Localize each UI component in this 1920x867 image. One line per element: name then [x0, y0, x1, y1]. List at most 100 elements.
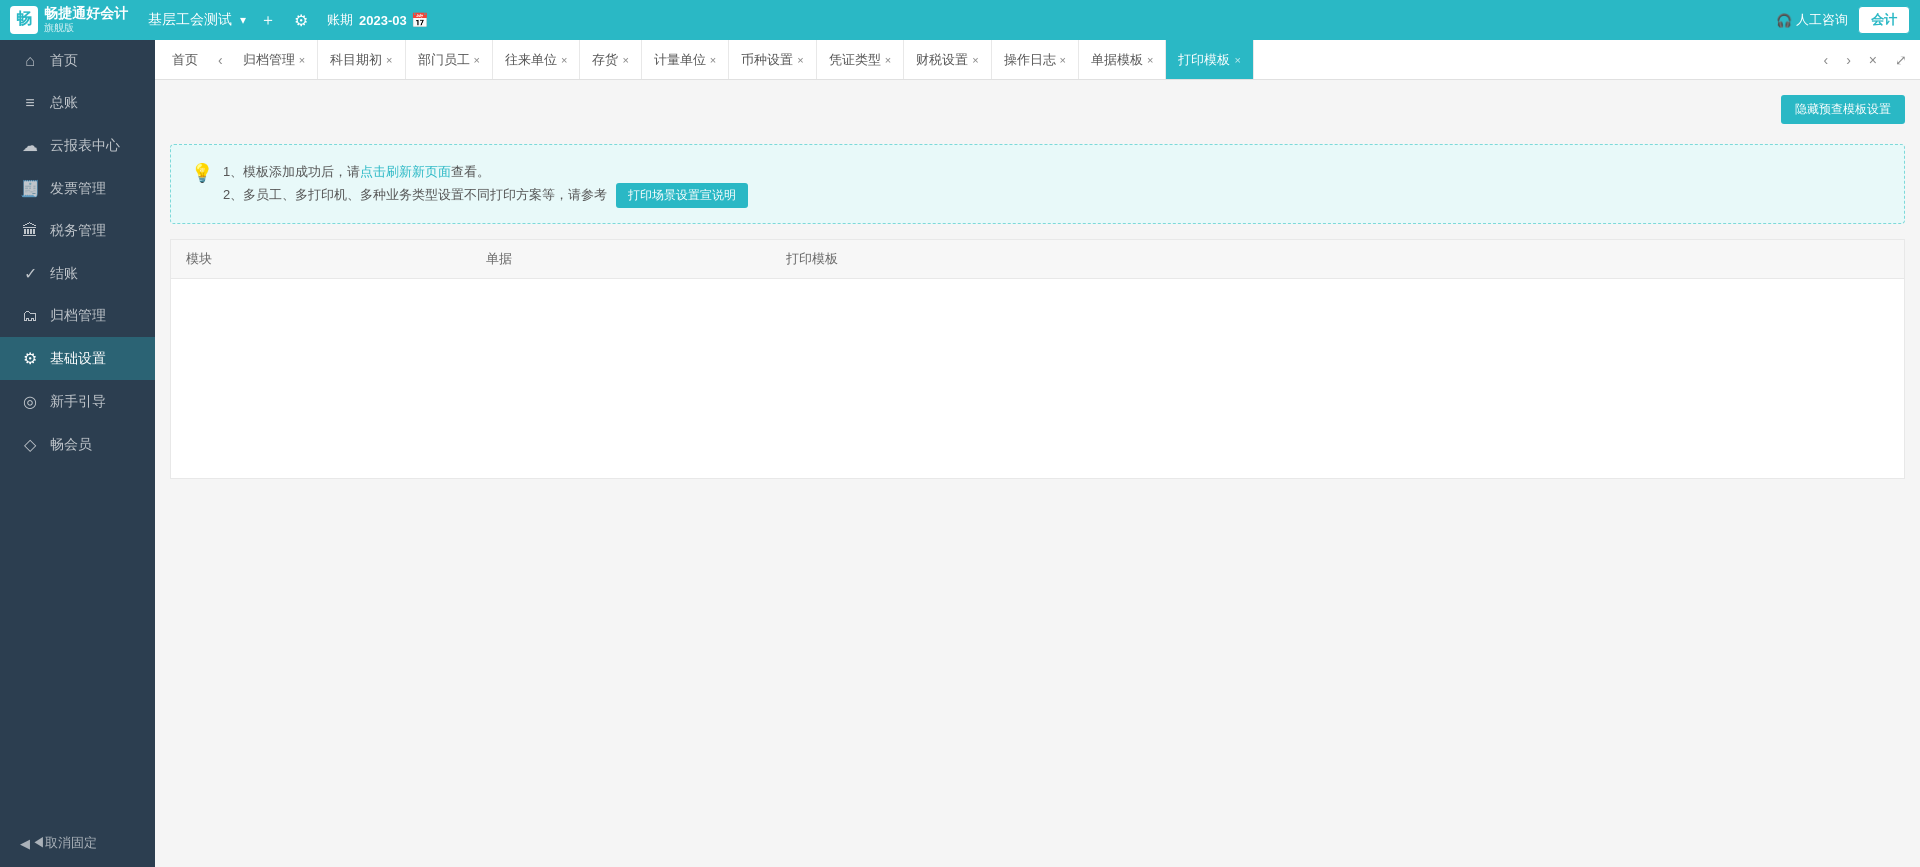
lightbulb-icon: 💡: [191, 162, 213, 184]
col-print-template: 打印模板: [786, 250, 1889, 268]
sidebar-label-ledger: 总账: [50, 94, 78, 112]
tab-close-voucher[interactable]: ×: [885, 54, 891, 66]
info-box: 💡 1、模板添加成功后，请点击刷新新页面查看。 2、多员工、多打印机、多种业务类…: [170, 144, 1905, 224]
sidebar-item-closing[interactable]: ✓ 结账: [0, 252, 155, 295]
content-area: 首页 ‹ 归档管理 × 科目期初 × 部门员工 × 往来单位 ×: [155, 40, 1920, 867]
sidebar-item-cloud-reports[interactable]: ☁ 云报表中心: [0, 124, 155, 167]
tab-counterparty[interactable]: 往来单位 ×: [493, 40, 580, 80]
tab-close-all-button[interactable]: ×: [1861, 48, 1885, 72]
sidebar: ⌂ 首页 ≡ 总账 ☁ 云报表中心 🧾 发票管理 🏛 税务管理 ✓ 结账: [0, 40, 155, 867]
col-module: 模块: [186, 250, 486, 268]
settings-icon: ⚙: [20, 349, 40, 368]
sidebar-item-guide[interactable]: ◎ 新手引导: [0, 380, 155, 423]
tab-controls: ‹ › × ⤢: [1815, 48, 1915, 72]
logo-area: 畅 畅捷通好会计 旗舰版: [10, 5, 128, 36]
tab-tax-settings[interactable]: 财税设置 ×: [904, 40, 991, 80]
logo-subtitle: 旗舰版: [44, 21, 128, 35]
tab-label-printtemplate: 打印模板: [1178, 51, 1230, 69]
support-button[interactable]: 🎧 人工咨询: [1776, 11, 1848, 29]
logo-char: 畅: [16, 9, 32, 30]
sidebar-item-home[interactable]: ⌂ 首页: [0, 40, 155, 82]
sidebar-label-closing: 结账: [50, 265, 78, 283]
tab-prev-button[interactable]: ‹: [1815, 48, 1836, 72]
project-selector[interactable]: 基层工会测试 ▾: [148, 11, 246, 29]
tab-close-printtemplate[interactable]: ×: [1234, 54, 1240, 66]
top-action-area: 隐藏预查模板设置: [170, 95, 1905, 134]
refresh-link[interactable]: 点击刷新新页面: [360, 164, 451, 179]
info-line2-prefix: 2、多员工、多打印机、多种业务类型设置不同打印方案等，请参考: [223, 187, 607, 202]
col-document: 单据: [486, 250, 786, 268]
tab-archive-management[interactable]: 归档管理 ×: [231, 40, 318, 80]
tab-close-counterparty[interactable]: ×: [561, 54, 567, 66]
tab-label-doctemplate: 单据模板: [1091, 51, 1143, 69]
sidebar-item-general-ledger[interactable]: ≡ 总账: [0, 82, 155, 124]
sidebar-label-archive: 归档管理: [50, 307, 106, 325]
tab-close-tax[interactable]: ×: [972, 54, 978, 66]
archive-icon: 🗂: [20, 307, 40, 325]
tab-print-template[interactable]: 打印模板 ×: [1166, 40, 1253, 80]
tab-label-subject: 科目期初: [330, 51, 382, 69]
closing-icon: ✓: [20, 264, 40, 283]
unpin-label: ◀取消固定: [32, 834, 97, 852]
tab-label-voucher: 凭证类型: [829, 51, 881, 69]
sidebar-label-settings: 基础设置: [50, 350, 106, 368]
tab-voucher-type[interactable]: 凭证类型 ×: [817, 40, 904, 80]
logo-title: 畅捷通好会计: [44, 5, 128, 22]
project-name: 基层工会测试: [148, 11, 232, 29]
invoice-icon: 🧾: [20, 179, 40, 198]
tab-close-archive[interactable]: ×: [299, 54, 305, 66]
tab-operation-log[interactable]: 操作日志 ×: [992, 40, 1079, 80]
print-scene-explain-button[interactable]: 打印场景设置宣说明: [616, 183, 748, 208]
info-text-area: 1、模板添加成功后，请点击刷新新页面查看。 2、多员工、多打印机、多种业务类型设…: [223, 160, 748, 208]
guide-icon: ◎: [20, 392, 40, 411]
tab-close-subject[interactable]: ×: [386, 54, 392, 66]
top-bar: 畅 畅捷通好会计 旗舰版 基层工会测试 ▾ ＋ ⚙ 账期 2023-03 📅 🎧…: [0, 0, 1920, 40]
top-right: 🎧 人工咨询 会计: [1776, 6, 1910, 34]
sidebar-label-invoice: 发票管理: [50, 180, 106, 198]
hide-preview-button[interactable]: 隐藏预查模板设置: [1781, 95, 1905, 124]
sidebar-item-archive[interactable]: 🗂 归档管理: [0, 295, 155, 337]
kuaiji-button[interactable]: 会计: [1858, 6, 1910, 34]
tab-label-dept: 部门员工: [418, 51, 470, 69]
member-icon: ◇: [20, 435, 40, 454]
tax-icon: 🏛: [20, 222, 40, 240]
tab-close-unit[interactable]: ×: [710, 54, 716, 66]
tab-inventory[interactable]: 存货 ×: [580, 40, 641, 80]
info-line1-suffix: 查看。: [451, 164, 490, 179]
table-header: 模块 单据 打印模板: [170, 239, 1905, 279]
sidebar-item-invoice[interactable]: 🧾 发票管理: [0, 167, 155, 210]
tab-back-arrow[interactable]: ‹: [210, 52, 231, 68]
sidebar-item-tax[interactable]: 🏛 税务管理: [0, 210, 155, 252]
sidebar-item-basic-settings[interactable]: ⚙ 基础设置: [0, 337, 155, 380]
tab-currency[interactable]: 币种设置 ×: [729, 40, 816, 80]
support-label: 人工咨询: [1796, 11, 1848, 29]
tab-close-currency[interactable]: ×: [797, 54, 803, 66]
main-area: ⌂ 首页 ≡ 总账 ☁ 云报表中心 🧾 发票管理 🏛 税务管理 ✓ 结账: [0, 40, 1920, 867]
unpin-icon: ◀: [20, 836, 30, 851]
sidebar-unpin-button[interactable]: ◀ ◀取消固定: [0, 819, 155, 867]
tab-expand-button[interactable]: ⤢: [1887, 48, 1915, 72]
tab-label-unit: 计量单位: [654, 51, 706, 69]
tab-close-dept[interactable]: ×: [474, 54, 480, 66]
settings-icon-button[interactable]: ⚙: [290, 7, 312, 34]
info-line1-prefix: 1、模板添加成功后，请: [223, 164, 360, 179]
tab-close-oplog[interactable]: ×: [1060, 54, 1066, 66]
period-label: 账期: [327, 11, 353, 29]
sidebar-item-member[interactable]: ◇ 畅会员: [0, 423, 155, 466]
calendar-icon[interactable]: 📅: [411, 12, 428, 28]
tab-close-doctemplate[interactable]: ×: [1147, 54, 1153, 66]
tab-close-inventory[interactable]: ×: [622, 54, 628, 66]
tab-home[interactable]: 首页: [160, 51, 210, 69]
sidebar-label-cloud: 云报表中心: [50, 137, 120, 155]
home-icon: ⌂: [20, 52, 40, 70]
tab-department-staff[interactable]: 部门员工 ×: [406, 40, 493, 80]
add-tab-button[interactable]: ＋: [256, 6, 280, 35]
tab-label-counterparty: 往来单位: [505, 51, 557, 69]
ledger-icon: ≡: [20, 94, 40, 112]
table-body: [170, 279, 1905, 479]
tab-next-button[interactable]: ›: [1838, 48, 1859, 72]
tab-doc-template[interactable]: 单据模板 ×: [1079, 40, 1166, 80]
sidebar-label-guide: 新手引导: [50, 393, 106, 411]
tab-subject-opening[interactable]: 科目期初 ×: [318, 40, 405, 80]
tab-unit-measure[interactable]: 计量单位 ×: [642, 40, 729, 80]
